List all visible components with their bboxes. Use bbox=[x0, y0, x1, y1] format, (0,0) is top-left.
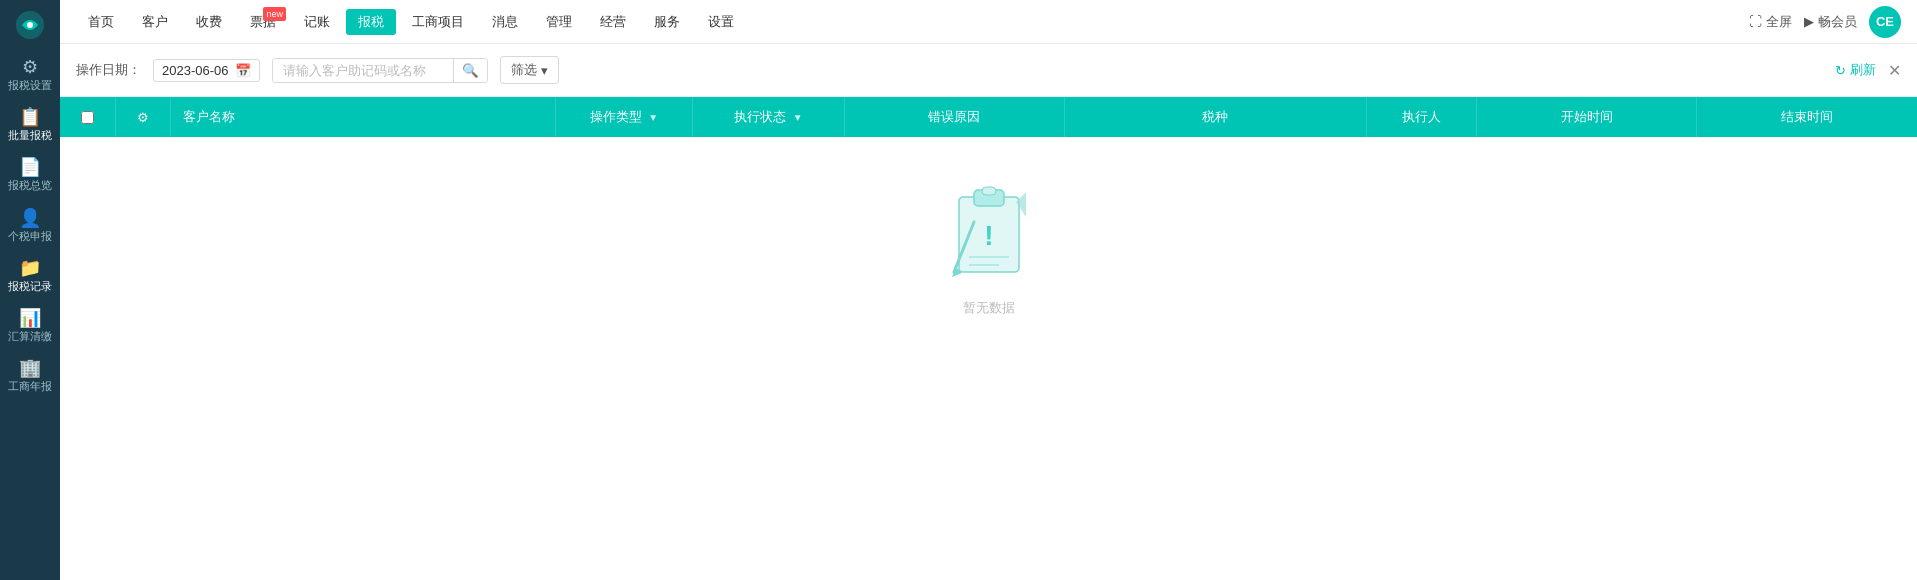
nav-home[interactable]: 首页 bbox=[76, 9, 126, 35]
svg-text:!: ! bbox=[984, 220, 993, 251]
sidebar-item-annual-report-label: 工商年报 bbox=[8, 380, 52, 393]
empty-illustration: ! bbox=[944, 177, 1034, 287]
topnav: 首页 客户 收费 票据 new 记账 报税 工商项目 消息 管理 经营 服务 设… bbox=[60, 0, 1917, 44]
sidebar: ⚙ 报税设置 📋 批量报税 📄 报税总览 👤 个税申报 📁 报税记录 📊 汇算清… bbox=[0, 0, 60, 580]
search-button[interactable]: 🔍 bbox=[453, 59, 487, 82]
topnav-right: ⛶ 全屏 ▶ 畅会员 CE bbox=[1749, 6, 1901, 38]
th-client-name: 客户名称 bbox=[170, 97, 555, 137]
sidebar-item-batch-tax[interactable]: 📋 批量报税 bbox=[0, 100, 60, 150]
personal-tax-icon: 👤 bbox=[19, 209, 41, 227]
avatar[interactable]: CE bbox=[1869, 6, 1901, 38]
member-label: 畅会员 bbox=[1818, 13, 1857, 31]
sidebar-item-tax-overview[interactable]: 📄 报税总览 bbox=[0, 150, 60, 200]
th-error-reason: 错误原因 bbox=[844, 97, 1064, 137]
nav-business[interactable]: 工商项目 bbox=[400, 9, 476, 35]
tax-records-icon: 📁 bbox=[19, 259, 41, 277]
empty-state-row: ! 暂无数据 bbox=[60, 137, 1917, 357]
sidebar-item-batch-tax-label: 批量报税 bbox=[8, 129, 52, 142]
sidebar-item-personal-tax-label: 个税申报 bbox=[8, 230, 52, 243]
settlement-icon: 📊 bbox=[19, 309, 41, 327]
member-icon: ▶ bbox=[1804, 14, 1814, 29]
toolbar-right: ↻ 刷新 ✕ bbox=[1835, 61, 1901, 80]
exec-status-sort-icon: ▼ bbox=[793, 112, 803, 123]
date-value: 2023-06-06 bbox=[162, 63, 229, 78]
th-settings[interactable]: ⚙ bbox=[115, 97, 170, 137]
sidebar-item-tax-settings[interactable]: ⚙ 报税设置 bbox=[0, 50, 60, 100]
th-executor: 执行人 bbox=[1367, 97, 1477, 137]
table-wrap: ⚙ 客户名称 操作类型 ▼ 执行状态 ▼ 错误原因 bbox=[60, 97, 1917, 580]
batch-tax-icon: 📋 bbox=[19, 108, 41, 126]
new-badge: new bbox=[263, 7, 286, 21]
annual-report-icon: 🏢 bbox=[19, 359, 41, 377]
nav-settings[interactable]: 设置 bbox=[696, 9, 746, 35]
nav-customer[interactable]: 客户 bbox=[130, 9, 180, 35]
empty-text: 暂无数据 bbox=[963, 299, 1015, 317]
avatar-text: CE bbox=[1876, 14, 1894, 29]
sidebar-logo bbox=[0, 0, 60, 50]
th-checkbox bbox=[60, 97, 115, 137]
fullscreen-label: 全屏 bbox=[1766, 13, 1792, 31]
records-table: ⚙ 客户名称 操作类型 ▼ 执行状态 ▼ 错误原因 bbox=[60, 97, 1917, 357]
th-end-time: 结束时间 bbox=[1697, 97, 1917, 137]
select-all-checkbox[interactable] bbox=[81, 111, 94, 124]
nav-invoice[interactable]: 票据 new bbox=[238, 9, 288, 35]
filter-label: 筛选 bbox=[511, 61, 537, 79]
th-exec-status[interactable]: 执行状态 ▼ bbox=[693, 97, 844, 137]
nav-billing[interactable]: 收费 bbox=[184, 9, 234, 35]
sidebar-item-personal-tax[interactable]: 👤 个税申报 bbox=[0, 201, 60, 251]
search-box: 🔍 bbox=[272, 58, 488, 83]
op-type-sort-icon: ▼ bbox=[648, 112, 658, 123]
refresh-button[interactable]: ↻ 刷新 bbox=[1835, 61, 1876, 79]
nav-operations[interactable]: 经营 bbox=[588, 9, 638, 35]
svg-rect-4 bbox=[982, 187, 996, 195]
sidebar-item-tax-overview-label: 报税总览 bbox=[8, 179, 52, 192]
th-tax-type: 税种 bbox=[1064, 97, 1367, 137]
fullscreen-icon: ⛶ bbox=[1749, 14, 1762, 29]
main-area: 首页 客户 收费 票据 new 记账 报税 工商项目 消息 管理 经营 服务 设… bbox=[60, 0, 1917, 580]
nav-tax[interactable]: 报税 bbox=[346, 9, 396, 35]
refresh-label: 刷新 bbox=[1850, 61, 1876, 79]
sidebar-item-settlement-label: 汇算清缴 bbox=[8, 330, 52, 343]
sidebar-item-tax-records-label: 报税记录 bbox=[8, 280, 52, 293]
th-start-time: 开始时间 bbox=[1477, 97, 1697, 137]
chevron-down-icon: ▾ bbox=[541, 63, 548, 78]
refresh-icon: ↻ bbox=[1835, 63, 1846, 78]
sidebar-item-tax-records[interactable]: 📁 报税记录 bbox=[0, 251, 60, 301]
tax-settings-icon: ⚙ bbox=[22, 58, 38, 76]
sidebar-item-annual-report[interactable]: 🏢 工商年报 bbox=[0, 351, 60, 401]
sidebar-item-tax-settings-label: 报税设置 bbox=[8, 79, 52, 92]
toolbar: 操作日期： 2023-06-06 📅 🔍 筛选 ▾ ↻ 刷新 ✕ bbox=[60, 44, 1917, 97]
date-label: 操作日期： bbox=[76, 61, 141, 79]
svg-point-1 bbox=[27, 22, 33, 28]
member-button[interactable]: ▶ 畅会员 bbox=[1804, 13, 1857, 31]
filter-button[interactable]: 筛选 ▾ bbox=[500, 56, 559, 84]
nav-services[interactable]: 服务 bbox=[642, 9, 692, 35]
tax-overview-icon: 📄 bbox=[19, 158, 41, 176]
close-button[interactable]: ✕ bbox=[1888, 61, 1901, 80]
sidebar-item-settlement[interactable]: 📊 汇算清缴 bbox=[0, 301, 60, 351]
empty-state: ! 暂无数据 bbox=[60, 137, 1917, 357]
calendar-icon: 📅 bbox=[235, 63, 251, 78]
nav-messages[interactable]: 消息 bbox=[480, 9, 530, 35]
nav-manage[interactable]: 管理 bbox=[534, 9, 584, 35]
fullscreen-button[interactable]: ⛶ 全屏 bbox=[1749, 13, 1792, 31]
th-op-type[interactable]: 操作类型 ▼ bbox=[555, 97, 693, 137]
table-header-row: ⚙ 客户名称 操作类型 ▼ 执行状态 ▼ 错误原因 bbox=[60, 97, 1917, 137]
table-body: ! 暂无数据 bbox=[60, 137, 1917, 357]
content: 操作日期： 2023-06-06 📅 🔍 筛选 ▾ ↻ 刷新 ✕ bbox=[60, 44, 1917, 580]
nav-accounts[interactable]: 记账 bbox=[292, 9, 342, 35]
date-picker[interactable]: 2023-06-06 📅 bbox=[153, 59, 260, 82]
search-input[interactable] bbox=[273, 59, 453, 82]
